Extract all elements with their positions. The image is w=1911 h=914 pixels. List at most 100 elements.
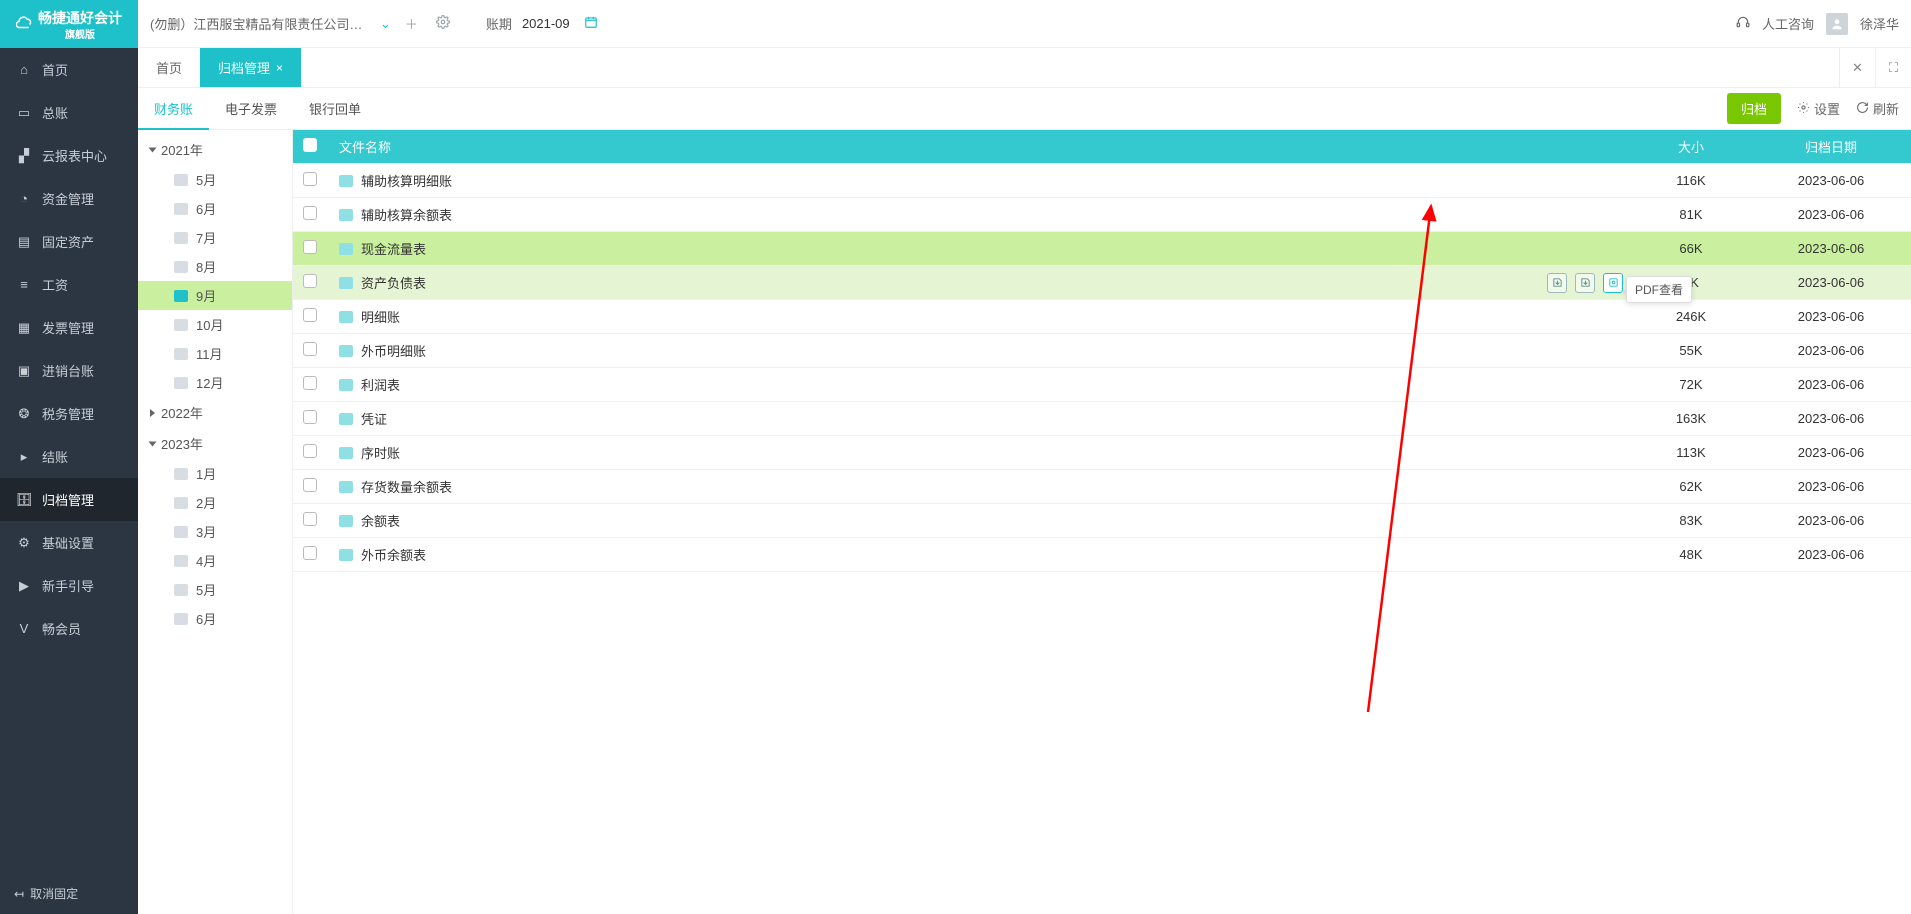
toolbar: 财务账电子发票银行回单 归档 设置 刷新 <box>138 88 1911 130</box>
row-checkbox[interactable] <box>293 538 329 572</box>
tree-month[interactable]: 5月 <box>138 575 292 604</box>
sidebar-item-label: 新手引导 <box>42 576 94 595</box>
table-row[interactable]: 辅助核算明细账116K2023-06-06 <box>293 164 1911 198</box>
sidebar-unpin[interactable]: ↤ 取消固定 <box>0 873 138 914</box>
close-icon[interactable]: × <box>276 61 283 75</box>
calendar-icon[interactable] <box>580 11 602 36</box>
table-row[interactable]: 外币余额表48K2023-06-06 <box>293 538 1911 572</box>
tree-year[interactable]: 2021年 <box>138 134 292 165</box>
tree-month[interactable]: 1月 <box>138 459 292 488</box>
gear-icon[interactable] <box>432 11 454 36</box>
folder-icon <box>339 413 353 425</box>
salary-icon: ≡ <box>16 277 32 293</box>
sidebar-item-psi[interactable]: ▣进销台账 <box>0 349 138 392</box>
tree-month[interactable]: 4月 <box>138 546 292 575</box>
sidebar-item-guide[interactable]: ▶新手引导 <box>0 564 138 607</box>
cell-name: 资产负债表PDF查看 <box>329 266 1631 300</box>
tree-month[interactable]: 11月 <box>138 339 292 368</box>
sidebar-item-report[interactable]: ▞云报表中心 <box>0 134 138 177</box>
sidebar-item-label: 总账 <box>42 103 68 122</box>
sidebar-item-vip[interactable]: V畅会员 <box>0 607 138 650</box>
table-row[interactable]: 外币明细账55K2023-06-06 <box>293 334 1911 368</box>
tree-year[interactable]: 2023年 <box>138 428 292 459</box>
folder-icon <box>339 209 353 221</box>
arrow-left-icon: ↤ <box>14 887 24 901</box>
download-pdf-icon[interactable] <box>1575 273 1595 293</box>
sidebar-item-salary[interactable]: ≡ 工资 <box>0 263 138 306</box>
subtab-2[interactable]: 银行回单 <box>293 87 377 130</box>
row-checkbox[interactable] <box>293 368 329 402</box>
settings-link[interactable]: 设置 <box>1797 99 1840 118</box>
row-checkbox[interactable] <box>293 232 329 266</box>
row-checkbox[interactable] <box>293 436 329 470</box>
year-label: 2022年 <box>161 403 203 422</box>
row-checkbox[interactable] <box>293 266 329 300</box>
row-checkbox[interactable] <box>293 300 329 334</box>
header-checkbox[interactable] <box>293 130 329 164</box>
chevron-down-icon[interactable]: ⌄ <box>380 16 391 32</box>
tab-archive[interactable]: 归档管理 × <box>200 48 301 87</box>
table-row[interactable]: 凭证163K2023-06-06 <box>293 402 1911 436</box>
sidebar-item-home[interactable]: ⌂首页 <box>0 48 138 91</box>
tree-month[interactable]: 8月 <box>138 252 292 281</box>
tree-month[interactable]: 9月 <box>138 281 292 310</box>
cell-name: 现金流量表 <box>329 232 1631 266</box>
row-checkbox[interactable] <box>293 164 329 198</box>
sidebar-item-tax[interactable]: ❂税务管理 <box>0 392 138 435</box>
row-checkbox[interactable] <box>293 402 329 436</box>
table-row[interactable]: 辅助核算余额表81K2023-06-06 <box>293 198 1911 232</box>
cell-name: 外币余额表 <box>329 538 1631 572</box>
tree-month[interactable]: 12月 <box>138 368 292 397</box>
close-icon: ▸ <box>16 449 32 465</box>
sidebar-item-fund[interactable]: ◔资金管理 <box>0 177 138 220</box>
subtab-0[interactable]: 财务账 <box>138 87 209 130</box>
download-excel-icon[interactable] <box>1547 273 1567 293</box>
tree-year[interactable]: 2022年 <box>138 397 292 428</box>
tree-month[interactable]: 6月 <box>138 194 292 223</box>
tree-month[interactable]: 3月 <box>138 517 292 546</box>
table-row[interactable]: 序时账113K2023-06-06 <box>293 436 1911 470</box>
company-selector[interactable]: (勿删）江西服宝精品有限责任公司（... <box>150 14 370 33</box>
row-checkbox[interactable] <box>293 198 329 232</box>
tree-month[interactable]: 7月 <box>138 223 292 252</box>
sidebar-item-asset[interactable]: ▤固定资产 <box>0 220 138 263</box>
sidebar-item-close[interactable]: ▸结账 <box>0 435 138 478</box>
table-row[interactable]: 资产负债表PDF查看1K2023-06-06 <box>293 266 1911 300</box>
pdf-view-icon[interactable]: PDF查看 <box>1603 273 1623 293</box>
consult-link[interactable]: 人工咨询 <box>1762 14 1814 33</box>
tree-month[interactable]: 2月 <box>138 488 292 517</box>
report-icon: ▞ <box>16 148 32 164</box>
add-icon[interactable]: ＋ <box>401 10 422 37</box>
sidebar-item-invoice[interactable]: ▦发票管理 <box>0 306 138 349</box>
file-name: 现金流量表 <box>361 242 426 257</box>
subtab-1[interactable]: 电子发票 <box>209 87 293 130</box>
table-row[interactable]: 存货数量余额表62K2023-06-06 <box>293 470 1911 504</box>
tree-month[interactable]: 10月 <box>138 310 292 339</box>
month-label: 8月 <box>196 257 216 276</box>
col-name: 文件名称 <box>329 130 1631 164</box>
row-checkbox[interactable] <box>293 470 329 504</box>
sidebar-item-archive[interactable]: 🗄归档管理 <box>0 478 138 521</box>
table-row[interactable]: 现金流量表66K2023-06-06 <box>293 232 1911 266</box>
row-checkbox[interactable] <box>293 504 329 538</box>
table-row[interactable]: 明细账246K2023-06-06 <box>293 300 1911 334</box>
sidebar-item-label: 工资 <box>42 275 68 294</box>
period-value[interactable]: 2021-09 <box>522 16 570 31</box>
user-name[interactable]: 徐泽华 <box>1860 14 1899 33</box>
sidebar-item-setting[interactable]: ⚙基础设置 <box>0 521 138 564</box>
row-checkbox[interactable] <box>293 334 329 368</box>
fullscreen-icon[interactable]: ⛶ <box>1875 48 1911 87</box>
tabs-close-button[interactable]: ✕ <box>1839 48 1875 87</box>
cell-size: 163K <box>1631 402 1751 436</box>
avatar[interactable] <box>1826 13 1848 35</box>
table-row[interactable]: 利润表72K2023-06-06 <box>293 368 1911 402</box>
page-tabs: 首页 归档管理 × ✕ ⛶ <box>138 48 1911 88</box>
archive-button[interactable]: 归档 <box>1727 93 1781 124</box>
table-row[interactable]: 余额表83K2023-06-06 <box>293 504 1911 538</box>
tab-home[interactable]: 首页 <box>138 48 200 87</box>
sidebar-item-ledger[interactable]: ▭总账 <box>0 91 138 134</box>
headset-icon[interactable] <box>1736 15 1750 32</box>
tree-month[interactable]: 6月 <box>138 604 292 633</box>
tree-month[interactable]: 5月 <box>138 165 292 194</box>
refresh-link[interactable]: 刷新 <box>1856 99 1899 118</box>
